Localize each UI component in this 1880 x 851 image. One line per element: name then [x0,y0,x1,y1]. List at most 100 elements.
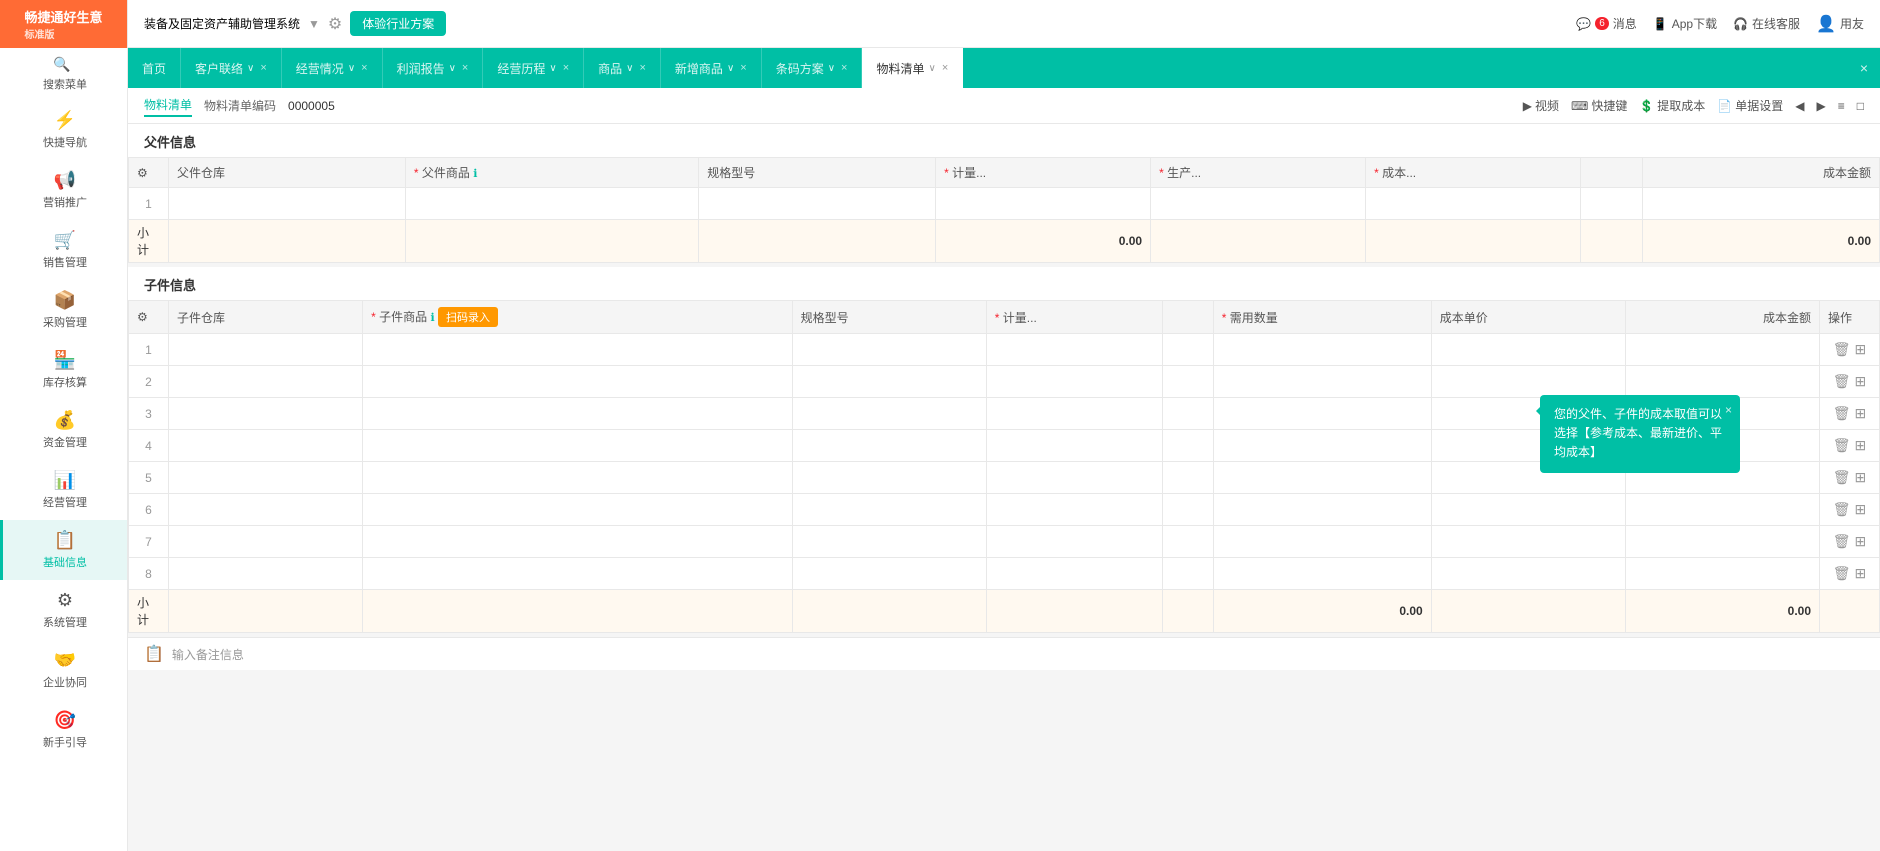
tab-customer-close[interactable]: × [260,62,266,74]
prev-nav[interactable]: ◀ [1795,99,1804,113]
copy-icon-2[interactable]: ⊞ [1855,373,1867,390]
tab-new-goods-close[interactable]: × [740,62,746,74]
next-nav[interactable]: ▶ [1817,99,1826,113]
sidebar-item-guide[interactable]: 🎯 新手引导 [0,700,127,760]
child-product-8[interactable] [363,558,793,590]
parent-production-1[interactable] [1151,188,1366,220]
child-spec-8[interactable] [792,558,986,590]
child-spec-5[interactable] [792,462,986,494]
copy-icon-4[interactable]: ⊞ [1855,437,1867,454]
child-product-6[interactable] [363,494,793,526]
online-service-item[interactable]: 🎧 在线客服 [1733,15,1800,32]
child-qty-5[interactable] [1213,462,1431,494]
user-item[interactable]: 👤 用友 [1816,14,1864,34]
child-unit-5[interactable] [986,462,1162,494]
sidebar-item-purchase[interactable]: 📦 采购管理 [0,280,127,340]
tab-new-goods[interactable]: 新增商品∨× [661,48,762,88]
list-view[interactable]: ≡ [1838,99,1845,113]
tab-ops-status-close[interactable]: × [361,62,367,74]
child-qty-7[interactable] [1213,526,1431,558]
settings-icon[interactable]: ⚙ [328,14,342,34]
dropdown-icon[interactable]: ▼ [308,17,320,31]
trial-button[interactable]: 体验行业方案 [350,11,446,36]
tab-history-close[interactable]: × [563,62,569,74]
tab-bom-close[interactable]: × [942,62,948,74]
tab-profit[interactable]: 利润报告∨× [383,48,484,88]
tab-history[interactable]: 经营历程∨× [483,48,584,88]
parent-warehouse-1[interactable] [169,188,406,220]
doc-settings-action[interactable]: 📄 单据设置 [1717,97,1783,114]
copy-icon-5[interactable]: ⊞ [1855,469,1867,486]
video-action[interactable]: ▶ 视频 [1523,97,1559,114]
tooltip-close[interactable]: × [1725,401,1732,420]
child-qty-1[interactable] [1213,334,1431,366]
child-product-7[interactable] [363,526,793,558]
child-product-3[interactable] [363,398,793,430]
child-unit-3[interactable] [986,398,1162,430]
child-qty-6[interactable] [1213,494,1431,526]
tab-customer[interactable]: 客户联络∨× [181,48,282,88]
parent-product-1[interactable] [405,188,698,220]
child-product-2[interactable] [363,366,793,398]
parent-cost-1[interactable] [1366,188,1581,220]
tab-goods-close[interactable]: × [639,62,645,74]
child-product-5[interactable] [363,462,793,494]
child-qty-4[interactable] [1213,430,1431,462]
tab-ops-status[interactable]: 经营情况∨× [282,48,383,88]
child-warehouse-1[interactable] [169,334,363,366]
child-unit-1[interactable] [986,334,1162,366]
child-unit-cost-7[interactable] [1431,526,1625,558]
child-spec-4[interactable] [792,430,986,462]
child-spec-6[interactable] [792,494,986,526]
sub-tab-bom-code[interactable]: 物料清单编码 [204,95,276,116]
copy-icon-7[interactable]: ⊞ [1855,533,1867,550]
sidebar-item-system[interactable]: ⚙ 系统管理 [0,580,127,640]
child-spec-3[interactable] [792,398,986,430]
copy-icon-6[interactable]: ⊞ [1855,501,1867,518]
delete-icon-2[interactable]: 🗑 [1833,373,1851,390]
copy-icon-1[interactable]: ⊞ [1855,341,1867,358]
tab-close-all[interactable]: × [1848,60,1880,76]
child-warehouse-5[interactable] [169,462,363,494]
child-col-settings[interactable]: ⚙ [129,301,169,334]
child-warehouse-7[interactable] [169,526,363,558]
child-unit-7[interactable] [986,526,1162,558]
expand-view[interactable]: □ [1857,99,1864,113]
child-unit-cost-8[interactable] [1431,558,1625,590]
delete-icon-6[interactable]: 🗑 [1833,501,1851,518]
extract-cost-action[interactable]: 💲 提取成本 [1639,97,1705,114]
child-qty-8[interactable] [1213,558,1431,590]
delete-icon-5[interactable]: 🗑 [1833,469,1851,486]
tab-bom[interactable]: 物料清单∨× [862,48,963,88]
message-item[interactable]: 💬 6 消息 [1576,15,1637,32]
child-warehouse-8[interactable] [169,558,363,590]
child-unit-cost-6[interactable] [1431,494,1625,526]
child-unit-4[interactable] [986,430,1162,462]
child-warehouse-6[interactable] [169,494,363,526]
sidebar-item-quick-nav[interactable]: ⚡ 快捷导航 [0,100,127,160]
tab-profit-close[interactable]: × [462,62,468,74]
child-warehouse-4[interactable] [169,430,363,462]
child-spec-7[interactable] [792,526,986,558]
tab-barcode-close[interactable]: × [841,62,847,74]
sidebar-item-search[interactable]: 🔍 搜索菜单 [0,48,127,100]
child-unit-6[interactable] [986,494,1162,526]
child-unit-8[interactable] [986,558,1162,590]
child-unit-cost-1[interactable] [1431,334,1625,366]
child-product-4[interactable] [363,430,793,462]
parent-col-settings[interactable]: ⚙ [129,158,169,188]
parent-spec-1[interactable] [699,188,936,220]
delete-icon-3[interactable]: 🗑 [1833,405,1851,422]
child-warehouse-3[interactable] [169,398,363,430]
tab-barcode[interactable]: 条码方案∨× [762,48,863,88]
child-spec-1[interactable] [792,334,986,366]
note-placeholder[interactable]: 输入备注信息 [172,646,244,663]
delete-icon-4[interactable]: 🗑 [1833,437,1851,454]
shortcut-action[interactable]: ⌨ 快捷键 [1571,97,1627,114]
child-warehouse-2[interactable] [169,366,363,398]
child-unit-cost-2[interactable] [1431,366,1625,398]
sidebar-item-finance[interactable]: 💰 资金管理 [0,400,127,460]
sidebar-item-marketing[interactable]: 📢 营销推广 [0,160,127,220]
sidebar-item-basic[interactable]: 📋 基础信息 [0,520,127,580]
sidebar-item-sales[interactable]: 🛒 销售管理 [0,220,127,280]
